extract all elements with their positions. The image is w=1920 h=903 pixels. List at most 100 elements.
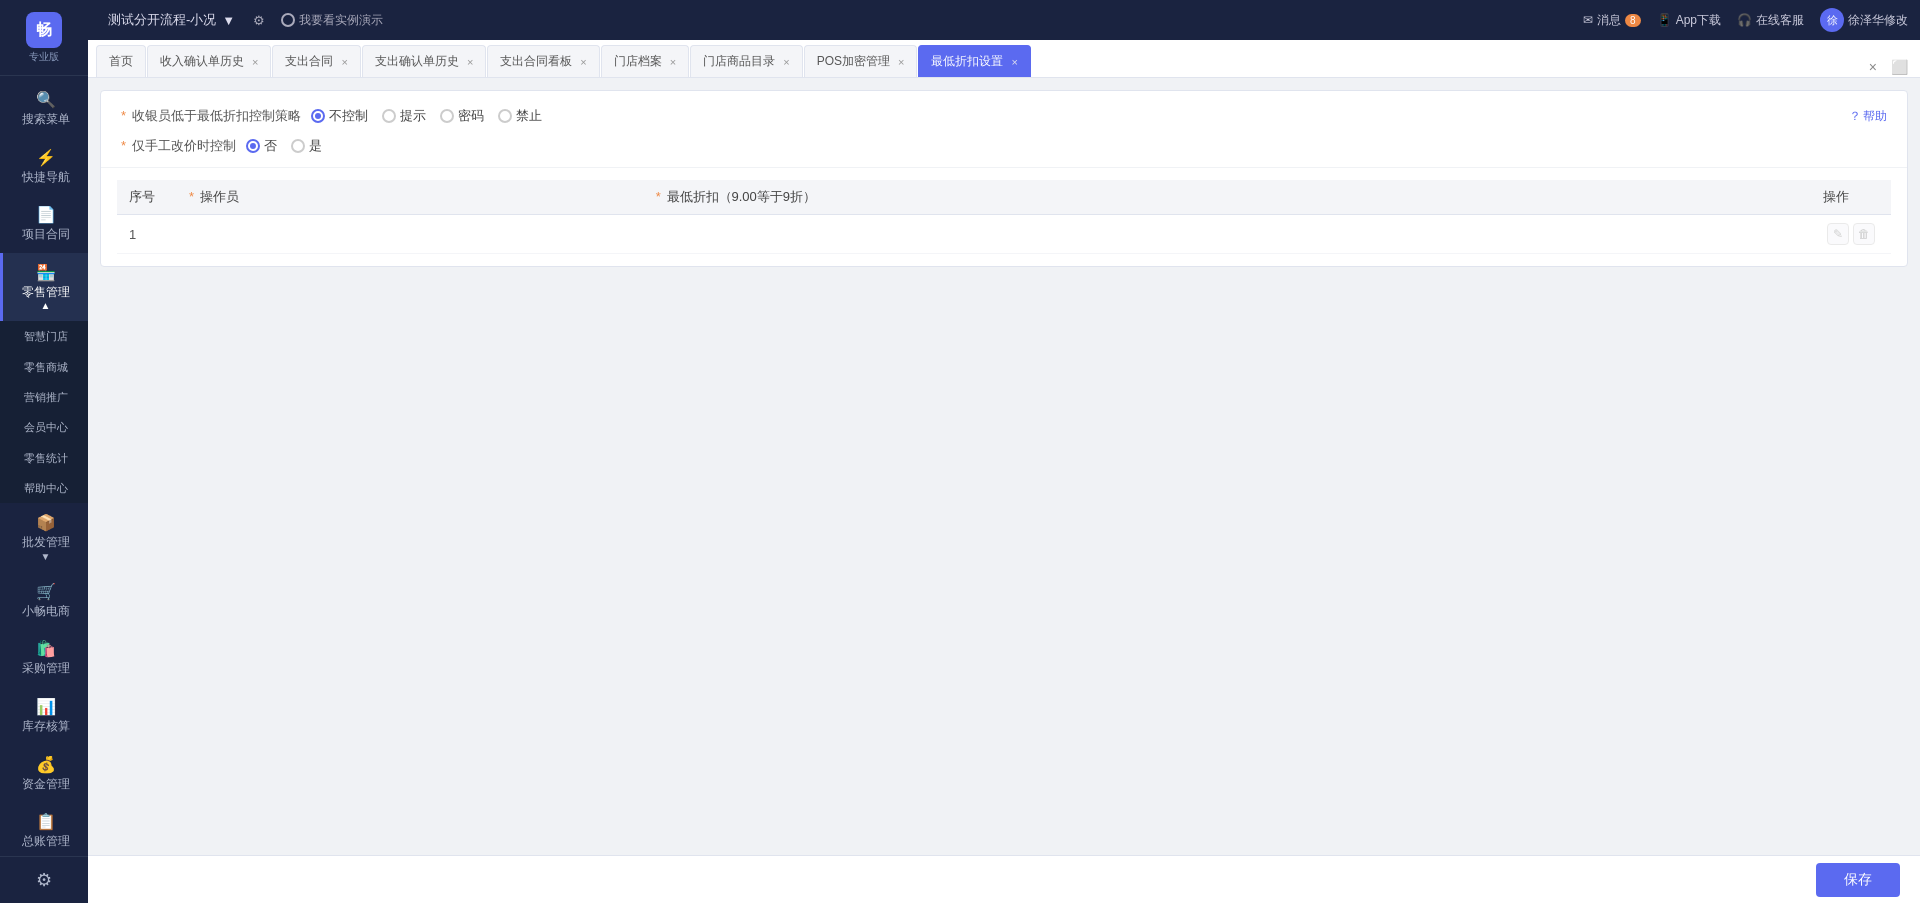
tab-home[interactable]: 首页 <box>96 45 146 77</box>
tab-store-goods-close[interactable]: × <box>783 56 789 68</box>
manual-price-radio-group: 否 是 <box>246 137 322 155</box>
row-discount <box>644 215 1811 254</box>
tab-income-history[interactable]: 收入确认单历史 × <box>147 45 271 77</box>
topbar-settings-icon[interactable]: ⚙ <box>253 13 265 28</box>
demo-link[interactable]: 我要看实例演示 <box>281 12 383 29</box>
app-download-button[interactable]: 📱 App下载 <box>1657 12 1721 29</box>
sidebar-search-label: 搜索菜单 <box>22 112 70 128</box>
tabbar-actions: × ⬜ <box>1865 57 1912 77</box>
tab-home-label: 首页 <box>109 53 133 70</box>
discount-table: 序号 * 操作员 * 最低折扣（9.00等于9折） <box>117 180 1891 254</box>
tab-payment-confirm-close[interactable]: × <box>467 56 473 68</box>
tab-store-goods[interactable]: 门店商品目录 × <box>690 45 802 77</box>
sidebar-item-inventory[interactable]: 📊 库存核算 <box>0 687 88 745</box>
sidebar-item-retail-management[interactable]: 🏪 零售管理 ▲ <box>0 253 88 322</box>
sidebar-item-accounting[interactable]: 📋 总账管理 <box>0 802 88 856</box>
help-link[interactable]: ？ 帮助 <box>1849 108 1887 125</box>
maximize-tab-button[interactable]: ⬜ <box>1887 57 1912 77</box>
radio-yes[interactable]: 是 <box>291 137 322 155</box>
close-tab-button[interactable]: × <box>1865 57 1881 77</box>
save-button[interactable]: 保存 <box>1816 863 1900 897</box>
tab-payment-board-close[interactable]: × <box>580 56 586 68</box>
col-header-discount: * 最低折扣（9.00等于9折） <box>644 180 1811 215</box>
sidebar-item-retail-stats[interactable]: 零售统计 <box>0 443 88 473</box>
sidebar-smart-store-label: 智慧门店 <box>24 329 68 343</box>
chevron-down-icon: ▲ <box>41 300 51 311</box>
sidebar-item-smart-store[interactable]: 智慧门店 <box>0 321 88 351</box>
messages-button[interactable]: ✉ 消息 8 <box>1583 12 1641 29</box>
tab-income-history-close[interactable]: × <box>252 56 258 68</box>
demo-text: 我要看实例演示 <box>299 12 383 29</box>
sidebar-wholesale-label: 批发管理 <box>22 535 70 551</box>
sidebar-item-purchase[interactable]: 🛍️ 采购管理 <box>0 629 88 687</box>
tab-min-discount[interactable]: 最低折扣设置 × <box>918 45 1030 77</box>
tab-store-archive-close[interactable]: × <box>670 56 676 68</box>
sidebar-item-shortcut[interactable]: ⚡ 快捷导航 <box>0 138 88 196</box>
sidebar-marketing-label: 营销推广 <box>24 390 68 404</box>
sidebar-inventory-label: 库存核算 <box>22 719 70 735</box>
sidebar-item-project-contract[interactable]: 📄 项目合同 <box>0 195 88 253</box>
tab-pos-password-close[interactable]: × <box>898 56 904 68</box>
radio-no-circle <box>246 139 260 153</box>
radio-forbid-label: 禁止 <box>516 107 542 125</box>
page-inner: * 收银员低于最低折扣控制策略 不控制 提示 <box>88 78 1920 279</box>
tab-min-discount-label: 最低折扣设置 <box>931 53 1003 70</box>
radio-no-control-circle <box>311 109 325 123</box>
tab-payment-contract-close[interactable]: × <box>341 56 347 68</box>
radio-no-control[interactable]: 不控制 <box>311 107 368 125</box>
radio-password[interactable]: 密码 <box>440 107 484 125</box>
delete-button[interactable]: 🗑 <box>1853 223 1875 245</box>
sidebar-item-member-center[interactable]: 会员中心 <box>0 412 88 442</box>
sidebar-item-retail-mall[interactable]: 零售商城 <box>0 352 88 382</box>
tab-min-discount-close[interactable]: × <box>1011 56 1017 68</box>
tab-payment-contract-label: 支出合同 <box>285 53 333 70</box>
support-icon: 🎧 <box>1737 13 1752 27</box>
required-star-2: * <box>121 138 126 153</box>
sidebar-retail-mall-label: 零售商城 <box>24 360 68 374</box>
col-header-action: 操作 <box>1811 180 1891 215</box>
tab-payment-confirm-history[interactable]: 支出确认单历史 × <box>362 45 486 77</box>
tab-store-goods-label: 门店商品目录 <box>703 53 775 70</box>
tab-store-archive[interactable]: 门店档案 × <box>601 45 689 77</box>
topbar: 测试分开流程-小况 ▼ ⚙ 我要看实例演示 ✉ 消息 8 📱 App下载 🎧 在… <box>88 0 1920 40</box>
username-label: 徐泽华修改 <box>1848 12 1908 29</box>
sidebar-item-ecommerce[interactable]: 🛒 小畅电商 <box>0 572 88 630</box>
radio-forbid[interactable]: 禁止 <box>498 107 542 125</box>
sidebar-item-finance[interactable]: 💰 资金管理 <box>0 745 88 803</box>
radio-no[interactable]: 否 <box>246 137 277 155</box>
radio-password-circle <box>440 109 454 123</box>
edit-button[interactable]: ✎ <box>1827 223 1849 245</box>
row-actions: ✎ 🗑 <box>1811 215 1891 254</box>
tab-income-history-label: 收入确认单历史 <box>160 53 244 70</box>
sidebar-item-help-center[interactable]: 帮助中心 <box>0 473 88 503</box>
table-header-row: 序号 * 操作员 * 最低折扣（9.00等于9折） <box>117 180 1891 215</box>
settings-button[interactable]: ⚙ <box>0 856 88 903</box>
tabbar: 首页 收入确认单历史 × 支出合同 × 支出确认单历史 × 支出合同看板 × 门… <box>88 40 1920 78</box>
topbar-right: ✉ 消息 8 📱 App下载 🎧 在线客服 徐 徐泽华修改 <box>1583 8 1908 32</box>
sidebar-item-marketing[interactable]: 营销推广 <box>0 382 88 412</box>
radio-no-label: 否 <box>264 137 277 155</box>
table-row: 1 <box>117 215 1891 254</box>
tab-pos-password[interactable]: POS加密管理 × <box>804 45 918 77</box>
project-icon: 📄 <box>36 205 56 224</box>
finance-icon: 💰 <box>36 755 56 774</box>
online-support-label: 在线客服 <box>1756 12 1804 29</box>
sidebar-item-search[interactable]: 🔍 搜索菜单 <box>0 80 88 138</box>
tab-payment-contract[interactable]: 支出合同 × <box>272 45 360 77</box>
tab-store-archive-label: 门店档案 <box>614 53 662 70</box>
sidebar-item-wholesale[interactable]: 📦 批发管理 ▼ <box>0 503 88 572</box>
tab-payment-contract-board[interactable]: 支出合同看板 × <box>487 45 599 77</box>
online-support-button[interactable]: 🎧 在线客服 <box>1737 12 1804 29</box>
sidebar-retail-stats-label: 零售统计 <box>24 451 68 465</box>
radio-yes-label: 是 <box>309 137 322 155</box>
bottom-bar: 保存 <box>88 855 1920 903</box>
radio-remind[interactable]: 提示 <box>382 107 426 125</box>
sidebar-retail-submenu: 智慧门店 零售商城 营销推广 会员中心 零售统计 帮助中心 <box>0 321 88 503</box>
discount-policy-radio-group: 不控制 提示 密码 <box>311 107 542 125</box>
project-selector[interactable]: 测试分开流程-小况 ▼ <box>100 7 243 33</box>
demo-circle-icon <box>281 13 295 27</box>
radio-forbid-circle <box>498 109 512 123</box>
tab-payment-board-label: 支出合同看板 <box>500 53 572 70</box>
user-profile-button[interactable]: 徐 徐泽华修改 <box>1820 8 1908 32</box>
radio-remind-circle <box>382 109 396 123</box>
